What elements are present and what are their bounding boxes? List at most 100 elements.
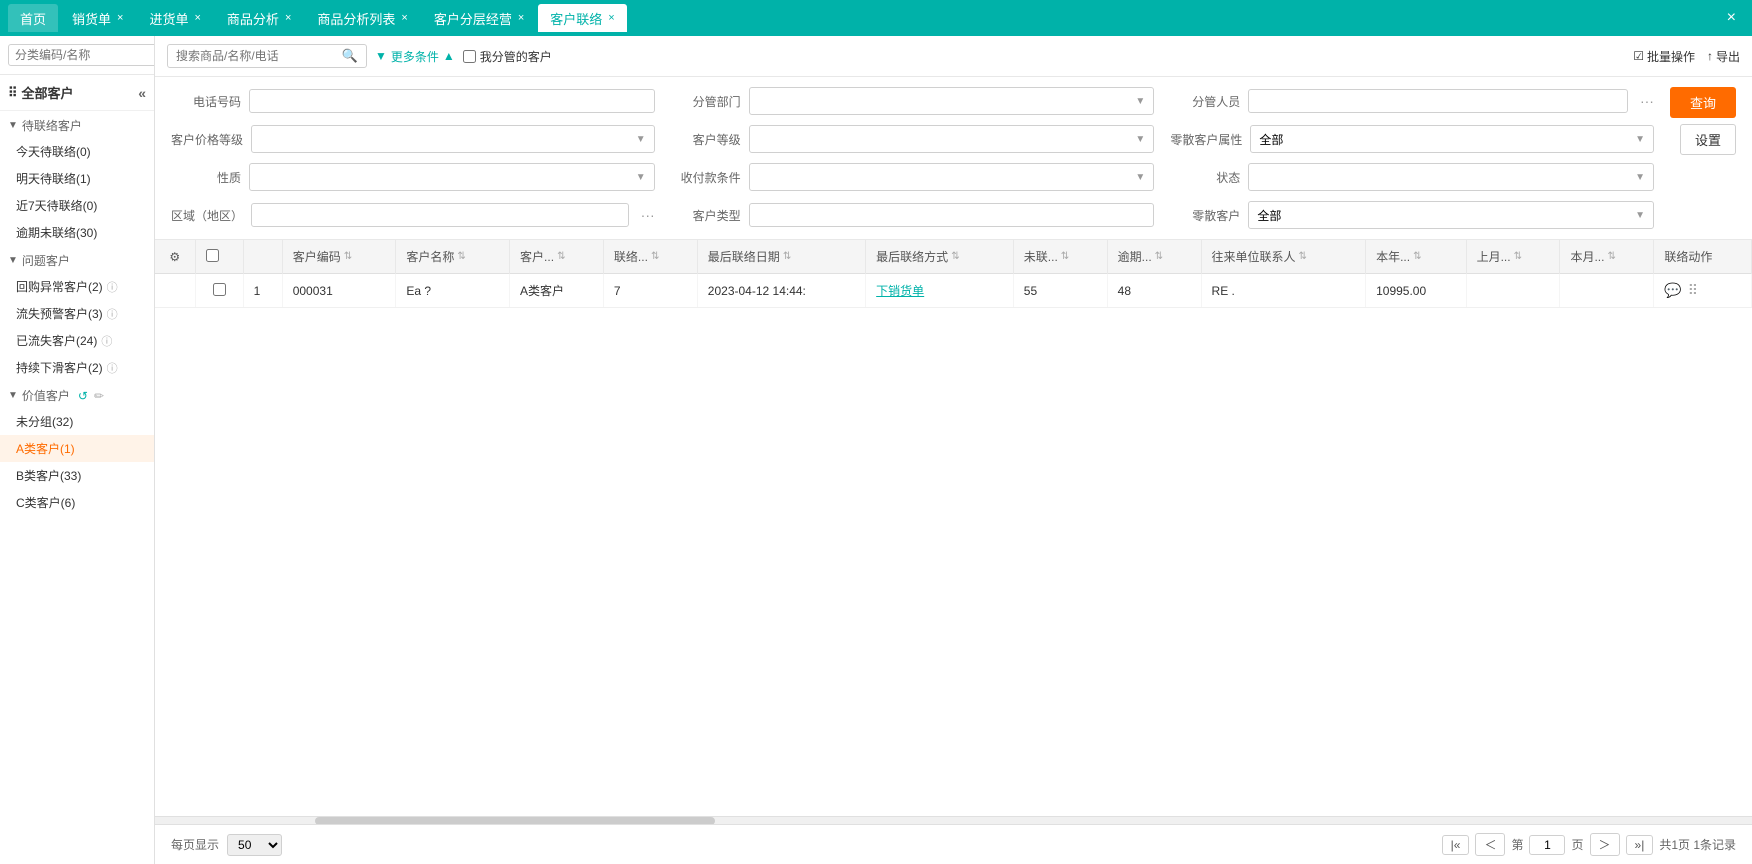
- sidebar-item-overdue[interactable]: 逾期未联络(30): [0, 219, 154, 246]
- th-uncontacted[interactable]: 未联... ⇅: [1013, 240, 1107, 274]
- batch-op-btn[interactable]: ☑ 批量操作: [1633, 48, 1695, 65]
- row-last-method[interactable]: 下销货单: [866, 274, 1014, 308]
- filter-search-input[interactable]: [176, 49, 338, 63]
- cust-grade-label: 客户等级: [671, 131, 741, 148]
- my-customers-checkbox[interactable]: [463, 50, 476, 63]
- last-method-link[interactable]: 下销货单: [876, 284, 924, 298]
- manager-dots-icon[interactable]: ···: [1640, 93, 1654, 109]
- sidebar-item-churn-warning[interactable]: 流失预警客户(3) ⓘ: [0, 300, 154, 327]
- nav-customer-seg[interactable]: 客户分层经营 ×: [422, 4, 536, 32]
- status-select[interactable]: ▼: [1248, 163, 1654, 191]
- sidebar-search-input[interactable]: [8, 44, 155, 66]
- section-pending[interactable]: ▼ 待联络客户: [0, 111, 154, 138]
- nav-analysis-list-close[interactable]: ×: [401, 12, 407, 24]
- churned-label: 已流失客户(24): [16, 332, 97, 349]
- select-all-checkbox[interactable]: [206, 249, 219, 262]
- th-num: [243, 240, 282, 274]
- sidebar-item-churned[interactable]: 已流失客户(24) ⓘ: [0, 327, 154, 354]
- th-name-label: 客户名称: [406, 248, 454, 265]
- region-input[interactable]: [251, 203, 629, 227]
- region-dots-icon[interactable]: ···: [641, 207, 655, 223]
- th-this-year[interactable]: 本年... ⇅: [1366, 240, 1466, 274]
- nav-sales-close[interactable]: ×: [117, 12, 123, 24]
- payment-chevron-icon: ▼: [1135, 172, 1145, 183]
- th-grade[interactable]: 客户... ⇅: [510, 240, 604, 274]
- nav-customer-seg-close[interactable]: ×: [518, 12, 524, 24]
- phone-input[interactable]: [249, 89, 655, 113]
- th-contact[interactable]: 联络... ⇅: [603, 240, 697, 274]
- manager-input[interactable]: [1248, 89, 1628, 113]
- th-unit-contact[interactable]: 往来单位联系人 ⇅: [1201, 240, 1366, 274]
- sidebar-item-repurchase[interactable]: 回购异常客户(2) ⓘ: [0, 273, 154, 300]
- th-code[interactable]: 客户编码 ⇅: [282, 240, 396, 274]
- query-button[interactable]: 查询: [1670, 87, 1736, 118]
- th-overdue[interactable]: 逾期... ⇅: [1107, 240, 1201, 274]
- sidebar-item-tomorrow[interactable]: 明天待联络(1): [0, 165, 154, 192]
- prev-page-btn[interactable]: ＜: [1475, 833, 1505, 856]
- filter-search-icon[interactable]: 🔍: [342, 48, 358, 64]
- nature-select[interactable]: ▼: [249, 163, 655, 191]
- retail-attr-chevron-icon: ▼: [1635, 134, 1645, 145]
- sidebar-item-today[interactable]: 今天待联络(0): [0, 138, 154, 165]
- payment-select[interactable]: ▼: [749, 163, 1155, 191]
- first-page-btn[interactable]: |«: [1442, 835, 1470, 855]
- th-last-date-label: 最后联络日期: [708, 248, 780, 265]
- cust-grade-select[interactable]: ▼: [749, 125, 1155, 153]
- page-size-select[interactable]: 20 50 100 200: [227, 834, 282, 856]
- export-btn[interactable]: ↑ 导出: [1707, 48, 1740, 65]
- nav-purchase-close[interactable]: ×: [194, 12, 200, 24]
- window-close-button[interactable]: ×: [1719, 9, 1744, 27]
- th-last-method[interactable]: 最后联络方式 ⇅: [866, 240, 1014, 274]
- row-checkbox[interactable]: [213, 283, 226, 296]
- cust-type-input[interactable]: [749, 203, 1155, 227]
- th-checkbox[interactable]: [195, 240, 243, 274]
- repurchase-label: 回购异常客户(2): [16, 278, 103, 295]
- sidebar-item-a-class[interactable]: A类客户(1): [0, 435, 154, 462]
- value-refresh-icon[interactable]: ↺: [78, 389, 88, 403]
- more-filters-btn[interactable]: ▼ 更多条件 ▲: [375, 48, 455, 65]
- last-page-btn[interactable]: »|: [1626, 835, 1654, 855]
- nav-sales[interactable]: 销货单 ×: [60, 4, 135, 32]
- value-edit-icon[interactable]: ✏: [94, 389, 104, 403]
- sidebar-all-customers[interactable]: ⠿ 全部客户 «: [0, 75, 154, 111]
- th-last-month[interactable]: 上月... ⇅: [1466, 240, 1560, 274]
- retail-attr-select[interactable]: 全部 ▼: [1250, 125, 1654, 153]
- nav-customer-contact-close[interactable]: ×: [608, 12, 614, 24]
- phone-label: 电话号码: [171, 93, 241, 110]
- next-page-btn[interactable]: ＞: [1590, 833, 1620, 856]
- sidebar-item-declining[interactable]: 持续下滑客户(2) ⓘ: [0, 354, 154, 381]
- section-problem[interactable]: ▼ 问题客户: [0, 246, 154, 273]
- filter-search-box[interactable]: 🔍: [167, 44, 367, 68]
- th-this-month[interactable]: 本月... ⇅: [1560, 240, 1654, 274]
- retail-select[interactable]: 全部 ▼: [1248, 201, 1654, 229]
- overdue-label: 逾期未联络(30): [16, 224, 97, 241]
- bottom-bar: 每页显示 20 50 100 200 |« ＜ 第 页 ＞ »| 共1页 1条记…: [155, 824, 1752, 864]
- nav-home[interactable]: 首页: [8, 4, 58, 32]
- sidebar-item-c-class[interactable]: C类客户(6): [0, 489, 154, 516]
- nav-purchase[interactable]: 进货单 ×: [137, 4, 212, 32]
- contact-icon[interactable]: ⠿: [1688, 282, 1698, 299]
- message-icon[interactable]: 💬: [1664, 282, 1681, 299]
- row-checkbox-cell[interactable]: [195, 274, 243, 308]
- sidebar-item-ungraded[interactable]: 未分组(32): [0, 408, 154, 435]
- nav-analysis-list[interactable]: 商品分析列表 ×: [305, 4, 419, 32]
- nav-customer-contact[interactable]: 客户联络 ×: [538, 4, 626, 32]
- horizontal-scrollbar[interactable]: [155, 816, 1752, 824]
- dept-select[interactable]: ▼: [749, 87, 1155, 115]
- th-gear[interactable]: ⚙: [155, 240, 195, 274]
- filter-phone: 电话号码: [171, 87, 655, 115]
- th-last-date[interactable]: 最后联络日期 ⇅: [697, 240, 865, 274]
- nav-analysis[interactable]: 商品分析 ×: [215, 4, 303, 32]
- sidebar-item-b-class[interactable]: B类客户(33): [0, 462, 154, 489]
- repurchase-info-icon: ⓘ: [107, 279, 118, 295]
- nav-analysis-close[interactable]: ×: [285, 12, 291, 24]
- sidebar-collapse-icon[interactable]: «: [138, 85, 146, 101]
- filter-dept: 分管部门 ▼: [671, 87, 1155, 115]
- price-grade-select[interactable]: ▼: [251, 125, 655, 153]
- settings-button[interactable]: 设置: [1680, 124, 1736, 155]
- sidebar-item-7days[interactable]: 近7天待联络(0): [0, 192, 154, 219]
- th-name[interactable]: 客户名称 ⇅: [396, 240, 510, 274]
- my-customers-filter[interactable]: 我分管的客户: [463, 48, 552, 65]
- section-value[interactable]: ▼ 价值客户 ↺ ✏: [0, 381, 154, 408]
- page-number-input[interactable]: [1529, 835, 1565, 855]
